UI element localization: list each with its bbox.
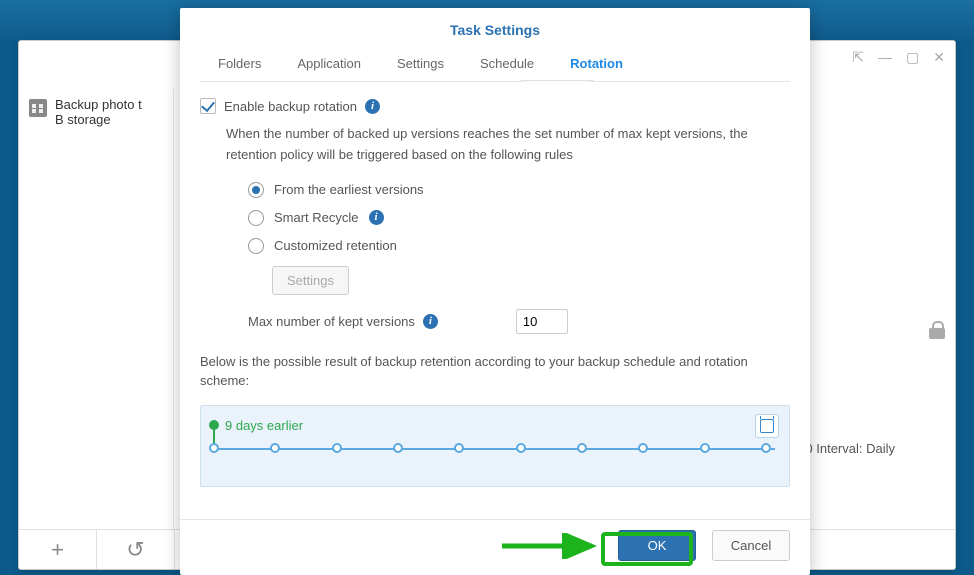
close-icon[interactable]: ✕ [933,49,945,66]
timeline-point [700,443,710,453]
backup-task-item[interactable]: Backup photo t B storage [19,89,173,135]
radio-smart-recycle[interactable] [248,210,264,226]
radio-from-earliest-label: From the earliest versions [274,182,424,197]
enable-rotation-label: Enable backup rotation [224,99,357,114]
max-versions-input[interactable] [516,309,568,334]
max-versions-label: Max number of kept versions [248,314,415,329]
tab-settings[interactable]: Settings [379,48,462,81]
tab-application[interactable]: Application [279,48,379,81]
dialog-footer: OK Cancel [180,519,810,575]
timeline-point [577,443,587,453]
tab-rotation[interactable]: Rotation [552,48,641,81]
info-icon[interactable]: i [369,210,384,225]
ok-button[interactable]: OK [618,530,696,561]
history-button[interactable]: ↺ [97,530,175,569]
timeline-point [209,443,219,453]
add-task-button[interactable]: + [19,530,97,569]
timeline-start-label: 9 days earlier [225,418,303,433]
timeline-line [211,448,775,450]
calendar-icon [760,419,774,433]
annotation-arrow [500,533,600,559]
tab-bar: Folders Application Settings Schedule Ro… [180,48,810,81]
info-icon[interactable]: i [365,99,380,114]
maximize-icon[interactable]: ▢ [906,49,919,66]
enable-rotation-checkbox[interactable] [200,98,216,114]
calendar-button[interactable] [755,414,779,438]
tab-schedule[interactable]: Schedule [462,48,552,81]
timeline-point [270,443,280,453]
window-controls: ⇱ — ▢ ✕ [852,49,945,66]
radio-smart-recycle-label: Smart Recycle [274,210,359,225]
side-lock-icon[interactable] [929,321,945,339]
tab-folders[interactable]: Folders [200,48,279,81]
timeline-point [332,443,342,453]
dialog-title: Task Settings [180,8,810,48]
retention-settings-button: Settings [272,266,349,295]
radio-customized-label: Customized retention [274,238,397,253]
info-icon[interactable]: i [423,314,438,329]
rotation-description: When the number of backed up versions re… [226,124,790,166]
radio-customized[interactable] [248,238,264,254]
dialog-body: Enable backup rotation i When the number… [180,82,810,519]
task-grid-icon [29,99,47,117]
backup-task-sidebar: Backup photo t B storage [19,89,174,529]
timeline-description: Below is the possible result of backup r… [200,352,790,391]
timeline-point [761,443,771,453]
pin-icon[interactable]: ⇱ [852,49,864,66]
timeline-point [638,443,648,453]
task-name-line1: Backup photo t [55,97,142,112]
timeline-point [393,443,403,453]
timeline-point [454,443,464,453]
cancel-button[interactable]: Cancel [712,530,790,561]
task-settings-dialog: Task Settings Folders Application Settin… [180,8,810,575]
retention-radio-group: From the earliest versions Smart Recycle… [248,182,790,254]
radio-from-earliest[interactable] [248,182,264,198]
minimize-icon[interactable]: — [878,49,892,66]
task-name-line2: B storage [55,112,142,127]
retention-timeline: 9 days earlier [200,405,790,487]
timeline-point [516,443,526,453]
